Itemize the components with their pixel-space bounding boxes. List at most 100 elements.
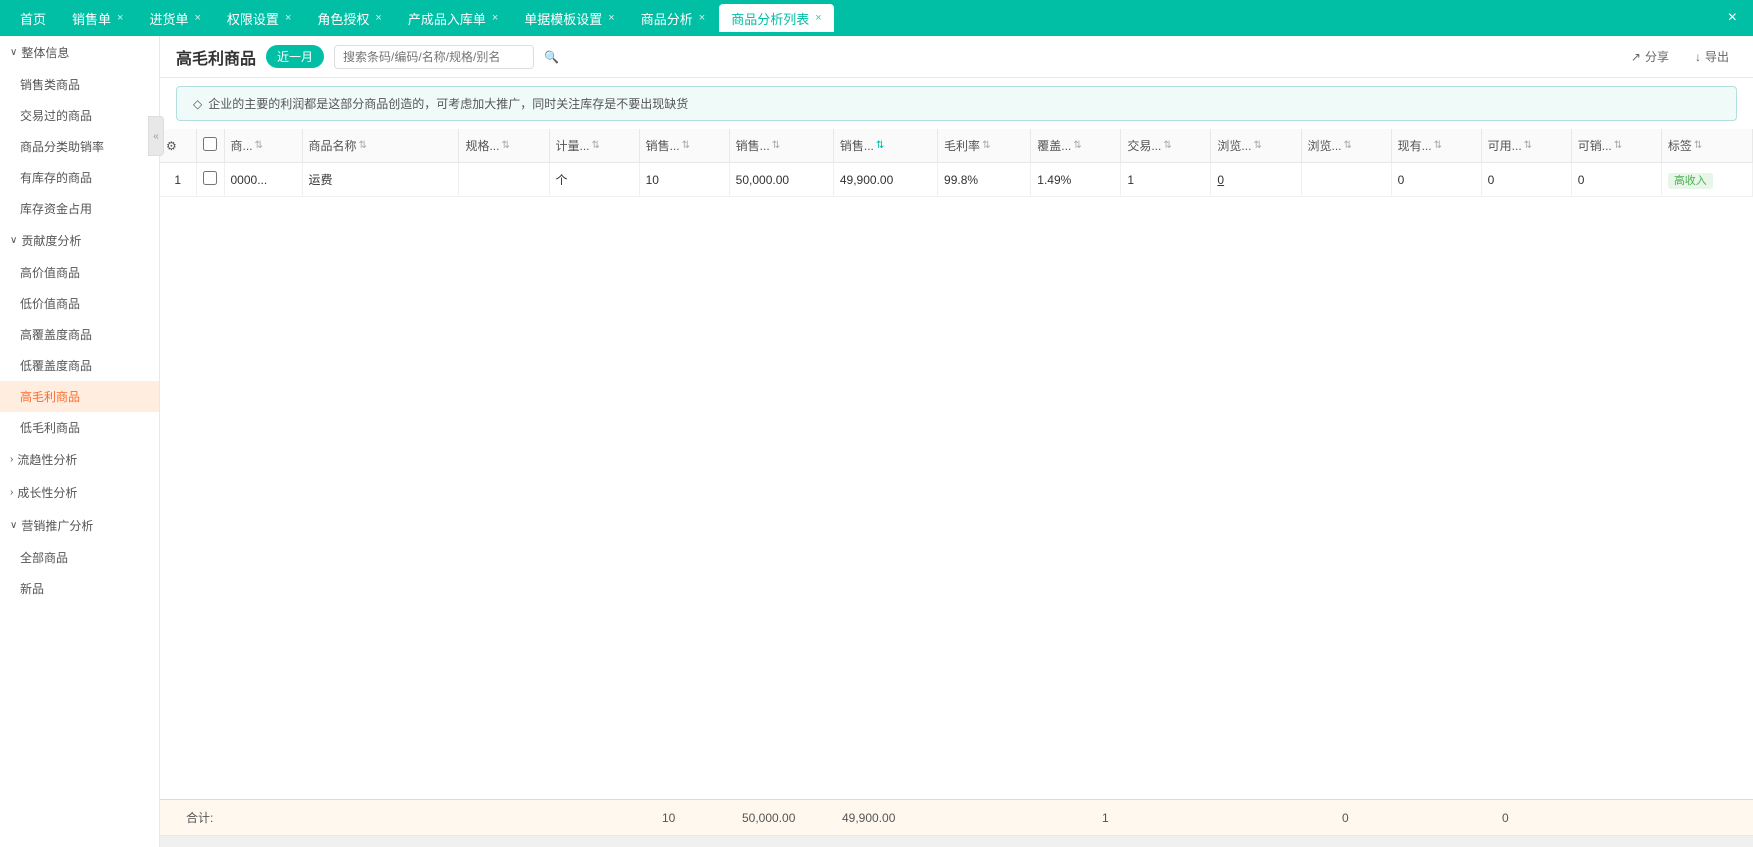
filter-recent-month-button[interactable]: 近一月 [266,45,324,68]
tab-product-inbound[interactable]: 产成品入库单 × [396,4,510,32]
sidebar-item-high-coverage[interactable]: 高覆盖度商品 [0,319,159,350]
search-icon[interactable]: 🔍 [544,50,559,64]
row-sales-count: 10 [639,163,729,197]
row-view1[interactable]: 0 [1211,163,1301,197]
close-icon[interactable]: × [375,12,381,24]
sidebar-item-sales-goods[interactable]: 销售类商品 [0,69,159,100]
close-all-button[interactable]: × [1720,9,1745,27]
row-checkbox[interactable] [203,171,217,185]
chevron-right-icon: › [10,487,13,498]
col-gross-margin[interactable]: 毛利率 ⇅ [938,129,1031,163]
sidebar-item-new-goods[interactable]: 新品 [0,573,159,604]
close-icon[interactable]: × [285,12,291,24]
sort-icon: ⇅ [1434,140,1442,151]
col-saleable-stock[interactable]: 可销... ⇅ [1571,129,1661,163]
info-banner: ◇ 企业的主要的利润都是这部分商品创造的，可考虑加大推广，同时关注库存是不要出现… [176,86,1737,121]
sidebar-section-growth[interactable]: › 成长性分析 [0,476,159,509]
sidebar-item-high-margin[interactable]: 高毛利商品 [0,381,159,412]
col-name[interactable]: 商品名称 ⇅ [302,129,459,163]
view1-link[interactable]: 0 [1217,173,1224,187]
content-area: 高毛利商品 近一月 🔍 ↗ 分享 ↓ 导出 ◇ 企业的主要的利润都是这部分商品创… [160,36,1753,847]
close-icon[interactable]: × [699,12,705,24]
col-trade[interactable]: 交易... ⇅ [1121,129,1211,163]
row-checkbox-cell[interactable] [196,163,224,197]
footer-sales-profit: 49,900.00 [836,811,936,825]
col-coverage[interactable]: 覆盖... ⇅ [1031,129,1121,163]
row-sales-profit: 49,900.00 [833,163,937,197]
sidebar-item-traded-goods[interactable]: 交易过的商品 [0,100,159,131]
tab-sales[interactable]: 销售单 × [60,4,135,32]
col-spec[interactable]: 规格... ⇅ [459,129,549,163]
tab-permission[interactable]: 权限设置 × [215,4,303,32]
chevron-down-icon: ∨ [10,520,17,531]
chevron-right-icon: › [10,454,13,465]
tab-home[interactable]: 首页 [8,4,58,32]
col-unit[interactable]: 计量... ⇅ [549,129,639,163]
footer-sales-amount: 50,000.00 [736,811,836,825]
sidebar-section-trend[interactable]: › 流趋性分析 [0,443,159,476]
sort-icon: ⇅ [1694,140,1702,151]
sort-icon: ⇅ [1344,140,1352,151]
row-name: 运费 [302,163,459,197]
sort-icon: ⇅ [682,140,690,151]
tab-product-analysis[interactable]: 商品分析 × [629,4,717,32]
page-title: 高毛利商品 [176,45,256,69]
footer-total-row: 合计: 10 50,000.00 49,900.00 1 0 0 [160,799,1753,835]
tab-purchase[interactable]: 进货单 × [137,4,212,32]
row-gross-margin: 99.8% [938,163,1031,197]
tab-role[interactable]: 角色授权 × [305,4,393,32]
table-header-row: ⚙ 商... ⇅ 商品名称 [160,129,1753,163]
sidebar-item-stock-capital[interactable]: 库存资金占用 [0,193,159,224]
select-all-checkbox[interactable] [203,137,217,151]
col-sales-count[interactable]: 销售... ⇅ [639,129,729,163]
search-input[interactable] [334,45,534,69]
sort-icon: ⇅ [982,140,990,151]
settings-icon[interactable]: ⚙ [166,139,177,153]
sidebar-item-category-rate[interactable]: 商品分类助销率 [0,131,159,162]
share-icon: ↗ [1631,50,1641,64]
col-checkbox[interactable] [196,129,224,163]
top-nav: 首页 销售单 × 进货单 × 权限设置 × 角色授权 × 产成品入库单 × 单据… [0,0,1753,36]
close-icon[interactable]: × [492,12,498,24]
sidebar-item-low-value[interactable]: 低价值商品 [0,288,159,319]
row-code: 0000... [224,163,302,197]
data-table: ⚙ 商... ⇅ 商品名称 [160,129,1753,197]
share-button[interactable]: ↗ 分享 [1623,44,1677,69]
col-sales-amount[interactable]: 销售... ⇅ [729,129,833,163]
row-current-stock: 0 [1391,163,1481,197]
sort-icon: ⇅ [1614,140,1622,151]
col-available-stock[interactable]: 可用... ⇅ [1481,129,1571,163]
sidebar-section-overall[interactable]: ∨ 整体信息 [0,36,159,69]
col-current-stock[interactable]: 现有... ⇅ [1391,129,1481,163]
col-settings[interactable]: ⚙ [160,129,196,163]
sidebar-item-all-goods[interactable]: 全部商品 [0,542,159,573]
col-code[interactable]: 商... ⇅ [224,129,302,163]
row-spec [459,163,549,197]
sidebar-item-low-coverage[interactable]: 低覆盖度商品 [0,350,159,381]
chevron-down-icon: ∨ [10,47,17,58]
col-tag[interactable]: 标签 ⇅ [1661,129,1752,163]
tab-template[interactable]: 单据模板设置 × [512,4,626,32]
sidebar-item-high-value[interactable]: 高价值商品 [0,257,159,288]
col-view2[interactable]: 浏览... ⇅ [1301,129,1391,163]
sort-icon: ⇅ [1524,140,1532,151]
table-container[interactable]: ⚙ 商... ⇅ 商品名称 [160,129,1753,799]
col-sales-profit[interactable]: 销售... ⇅ [833,129,937,163]
sidebar-collapse-button[interactable]: « [148,116,164,156]
sidebar-item-in-stock[interactable]: 有库存的商品 [0,162,159,193]
sidebar-section-marketing[interactable]: ∨ 营销推广分析 [0,509,159,542]
close-icon[interactable]: × [815,12,821,24]
tab-product-analysis-list[interactable]: 商品分析列表 × [719,4,833,32]
close-icon[interactable]: × [608,12,614,24]
sort-icon: ⇅ [1073,140,1081,151]
col-view1[interactable]: 浏览... ⇅ [1211,129,1301,163]
close-icon[interactable]: × [194,12,200,24]
footer-current-stock: 0 [1336,811,1416,825]
sort-icon: ⇅ [501,140,509,151]
sidebar-item-low-margin[interactable]: 低毛利商品 [0,412,159,443]
close-icon[interactable]: × [117,12,123,24]
horizontal-scrollbar[interactable] [160,835,1753,847]
sidebar-section-contribution[interactable]: ∨ 贡献度分析 [0,224,159,257]
row-trade: 1 [1121,163,1211,197]
export-button[interactable]: ↓ 导出 [1687,44,1737,69]
